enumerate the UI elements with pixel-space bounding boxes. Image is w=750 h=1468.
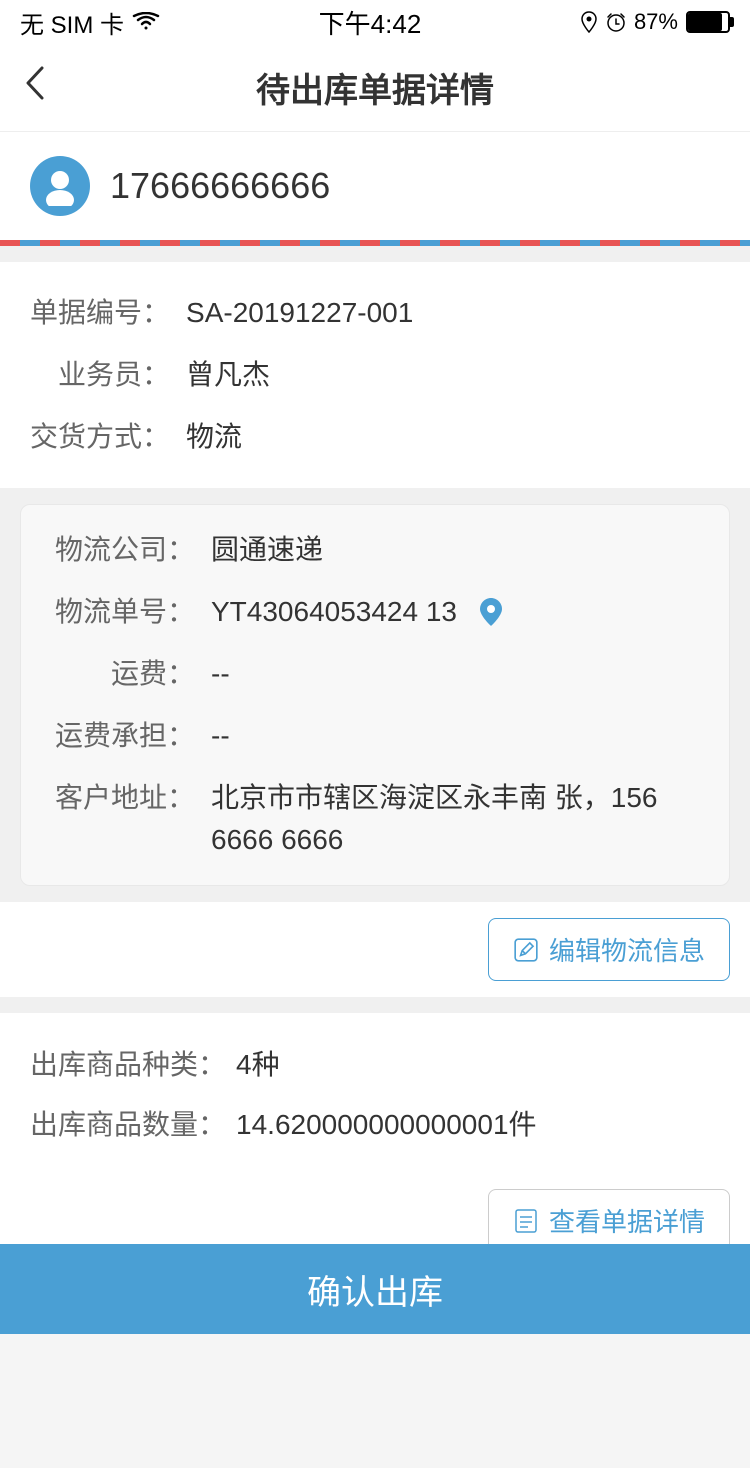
logistics-tracking-row: 物流单号： YT43064053424 13 <box>45 591 705 633</box>
product-types-label: 出库商品种类： <box>30 1043 226 1083</box>
view-details-label: 查看单据详情 <box>549 1202 705 1239</box>
location-status-icon <box>580 11 598 33</box>
status-right: 87% <box>580 9 730 35</box>
logistics-freight-bear-value: -- <box>211 715 705 757</box>
product-section: 出库商品种类： 4种 出库商品数量： 14.620000000000001件 <box>0 1013 750 1173</box>
nav-bar: 待出库单据详情 <box>0 44 750 132</box>
logistics-company-row: 物流公司： 圆通速递 <box>45 529 705 571</box>
edit-icon <box>513 937 539 963</box>
edit-logistics-button[interactable]: 编辑物流信息 <box>488 918 730 981</box>
logistics-company-value: 圆通速递 <box>211 529 705 571</box>
document-icon <box>513 1208 539 1234</box>
confirm-bar[interactable]: 确认出库 <box>0 1244 750 1334</box>
logistics-freight-row: 运费： -- <box>45 653 705 695</box>
avatar <box>30 156 90 216</box>
product-quantity-label: 出库商品数量： <box>30 1103 226 1143</box>
delivery-value: 物流 <box>186 416 720 458</box>
logistics-tracking-value-row: YT43064053424 13 <box>195 591 509 633</box>
logistics-address-value: 北京市市辖区海淀区永丰南 张，156 6666 6666 <box>211 777 705 861</box>
edit-logistics-label: 编辑物流信息 <box>549 931 705 968</box>
tracking-location-icon[interactable] <box>473 594 509 630</box>
logistics-freight-label: 运费： <box>45 653 195 695</box>
logistics-tracking-value: YT43064053424 13 <box>211 591 457 633</box>
product-quantity-row: 出库商品数量： 14.620000000000001件 <box>30 1103 720 1143</box>
product-quantity-value: 14.620000000000001件 <box>236 1103 537 1143</box>
delivery-label: 交货方式： <box>30 416 170 458</box>
logistics-freight-value: -- <box>211 653 705 695</box>
battery-icon <box>686 11 730 33</box>
status-time: 下午4:42 <box>319 4 422 41</box>
logistics-section: 物流公司： 圆通速递 物流单号： YT43064053424 13 运费： --… <box>20 504 730 886</box>
logistics-company-label: 物流公司： <box>45 529 195 571</box>
view-details-button[interactable]: 查看单据详情 <box>488 1189 730 1252</box>
alarm-icon <box>606 11 626 33</box>
salesman-value: 曾凡杰 <box>186 354 720 396</box>
logistics-address-label: 客户地址： <box>45 777 195 819</box>
order-number-label: 单据编号： <box>30 292 170 334</box>
order-number-value: SA-20191227-001 <box>186 292 720 334</box>
salesman-label: 业务员： <box>30 354 170 396</box>
order-number-row: 单据编号： SA-20191227-001 <box>30 292 720 334</box>
dashed-divider <box>0 240 750 246</box>
carrier-label: 无 SIM 卡 <box>20 5 124 40</box>
battery-percentage: 87% <box>634 9 678 35</box>
status-left: 无 SIM 卡 <box>20 5 160 40</box>
logistics-address-row: 客户地址： 北京市市辖区海淀区永丰南 张，156 6666 6666 <box>45 777 705 861</box>
wifi-icon <box>132 12 160 32</box>
product-types-row: 出库商品种类： 4种 <box>30 1043 720 1083</box>
section-divider <box>0 997 750 1013</box>
customer-phone: 17666666666 <box>110 165 330 207</box>
status-bar: 无 SIM 卡 下午4:42 87% <box>0 0 750 44</box>
product-types-value: 4种 <box>236 1043 280 1083</box>
logistics-tracking-label: 物流单号： <box>45 591 195 633</box>
delivery-row: 交货方式： 物流 <box>30 416 720 458</box>
page-title: 待出库单据详情 <box>256 63 494 112</box>
battery-fill <box>688 13 722 31</box>
edit-logistics-section: 编辑物流信息 <box>0 902 750 997</box>
customer-section: 17666666666 <box>0 132 750 240</box>
back-button[interactable] <box>24 64 46 111</box>
order-info-section: 单据编号： SA-20191227-001 业务员： 曾凡杰 交货方式： 物流 <box>0 262 750 488</box>
salesman-row: 业务员： 曾凡杰 <box>30 354 720 396</box>
confirm-label: 确认出库 <box>307 1265 443 1314</box>
logistics-freight-bear-label: 运费承担： <box>45 715 195 757</box>
logistics-freight-bear-row: 运费承担： -- <box>45 715 705 757</box>
